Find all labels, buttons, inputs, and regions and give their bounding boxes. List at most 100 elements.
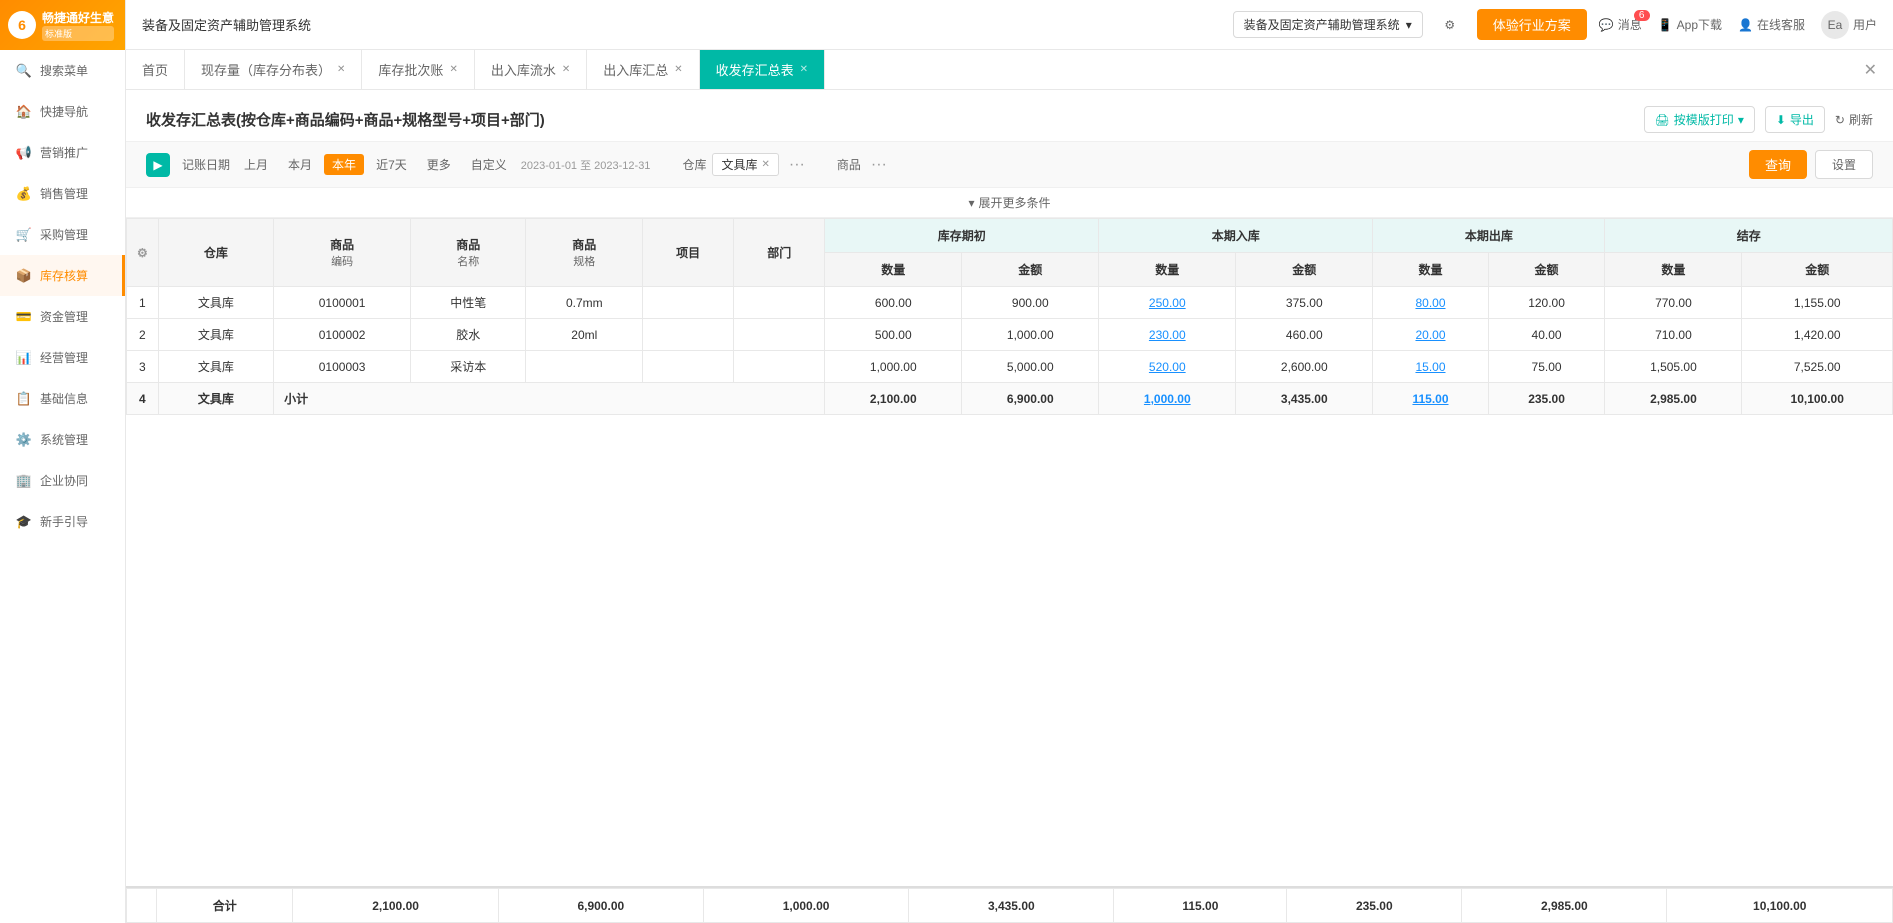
row-goods-name: 中性笔 bbox=[411, 287, 526, 319]
out-group-header: 本期出库 bbox=[1373, 219, 1605, 253]
operations-icon: 📊 bbox=[16, 350, 32, 366]
app-download-btn[interactable]: 📱 App下载 bbox=[1658, 16, 1722, 33]
row-in-qty[interactable]: 520.00 bbox=[1099, 351, 1236, 383]
subtotal-closing-amt: 10,100.00 bbox=[1742, 383, 1893, 415]
tab-inout-flow[interactable]: 出入库流水 ✕ bbox=[475, 50, 587, 90]
warehouse-tag-close[interactable]: ✕ bbox=[761, 159, 769, 170]
sidebar-item-sales[interactable]: 💰 销售管理 bbox=[0, 173, 125, 214]
row-out-amt: 120.00 bbox=[1488, 287, 1605, 319]
goods-label: 商品 bbox=[837, 156, 861, 173]
row-closing-qty: 710.00 bbox=[1605, 319, 1742, 351]
sidebar-item-system[interactable]: ⚙️ 系统管理 bbox=[0, 419, 125, 460]
sidebar-item-operations[interactable]: 📊 经营管理 bbox=[0, 337, 125, 378]
row-out-qty[interactable]: 15.00 bbox=[1373, 351, 1488, 383]
row-in-qty[interactable]: 230.00 bbox=[1099, 319, 1236, 351]
date-btn-more[interactable]: 更多 bbox=[419, 154, 459, 175]
tab-inout-summary-close[interactable]: ✕ bbox=[674, 64, 682, 75]
out-qty-header: 数量 bbox=[1373, 253, 1488, 287]
marketing-icon: 📢 bbox=[16, 145, 32, 161]
message-btn[interactable]: 💬 消息 6 bbox=[1599, 16, 1642, 33]
tab-stock-dist[interactable]: 现存量（库存分布表） ✕ bbox=[185, 50, 362, 90]
date-btn-custom[interactable]: 自定义 bbox=[463, 154, 515, 175]
experience-btn[interactable]: 体验行业方案 bbox=[1477, 9, 1587, 40]
system-icon: ⚙️ bbox=[16, 432, 32, 448]
sidebar-item-label: 快捷导航 bbox=[40, 103, 88, 120]
date-btn-this-year[interactable]: 本年 bbox=[324, 154, 364, 175]
goods-more[interactable]: ··· bbox=[871, 156, 887, 174]
sidebar-item-marketing[interactable]: 📢 营销推广 bbox=[0, 132, 125, 173]
closing-qty-header: 数量 bbox=[1605, 253, 1742, 287]
date-btn-last-month[interactable]: 上月 bbox=[236, 154, 276, 175]
subtotal-in-qty[interactable]: 1,000.00 bbox=[1099, 383, 1236, 415]
tab-home[interactable]: 首页 bbox=[126, 50, 185, 90]
sidebar-item-search[interactable]: 🔍 搜索菜单 bbox=[0, 50, 125, 91]
system-select[interactable]: 装备及固定资产辅助管理系统 ▾ bbox=[1233, 11, 1423, 38]
tab-inout-flow-close[interactable]: ✕ bbox=[562, 64, 570, 75]
row-goods-spec: 0.7mm bbox=[526, 287, 643, 319]
warehouse-tag[interactable]: 文具库 ✕ bbox=[712, 153, 778, 176]
tab-stock-summary[interactable]: 收发存汇总表 ✕ bbox=[700, 50, 825, 90]
date-btn-group: 上月 本月 本年 近7天 更多 自定义 bbox=[236, 154, 515, 175]
settings-btn[interactable]: 设置 bbox=[1815, 150, 1873, 179]
row-out-qty[interactable]: 20.00 bbox=[1373, 319, 1488, 351]
row-closing-qty: 770.00 bbox=[1605, 287, 1742, 319]
sidebar-item-inventory[interactable]: 📦 库存核算 bbox=[0, 255, 125, 296]
sidebar-item-basic[interactable]: 📋 基础信息 bbox=[0, 378, 125, 419]
sidebar-item-purchase[interactable]: 🛒 采购管理 bbox=[0, 214, 125, 255]
row-opening-amt: 5,000.00 bbox=[962, 351, 1099, 383]
print-btn[interactable]: 🖨 按模版打印 ▾ bbox=[1644, 106, 1755, 133]
tab-inout-summary[interactable]: 出入库汇总 ✕ bbox=[587, 50, 699, 90]
sidebar-item-finance[interactable]: 💳 资金管理 bbox=[0, 296, 125, 337]
row-project bbox=[643, 319, 734, 351]
subtotal-closing-qty: 2,985.00 bbox=[1605, 383, 1742, 415]
export-btn[interactable]: ⬇ 导出 bbox=[1765, 106, 1825, 133]
refresh-label: 刷新 bbox=[1849, 111, 1873, 128]
subtotal-opening-amt: 6,900.00 bbox=[962, 383, 1099, 415]
top-bar: 装备及固定资产辅助管理系统 装备及固定资产辅助管理系统 ▾ ⚙ 体验行业方案 💬… bbox=[126, 0, 1893, 50]
row-opening-qty: 500.00 bbox=[825, 319, 962, 351]
refresh-btn[interactable]: ↻ 刷新 bbox=[1835, 111, 1873, 128]
date-btn-7days[interactable]: 近7天 bbox=[368, 154, 415, 175]
tab-inout-summary-label: 出入库汇总 bbox=[603, 60, 668, 79]
user-btn[interactable]: Ea 用户 bbox=[1821, 11, 1877, 39]
search-btn[interactable]: 查询 bbox=[1749, 150, 1807, 179]
main-content: 装备及固定资产辅助管理系统 装备及固定资产辅助管理系统 ▾ ⚙ 体验行业方案 💬… bbox=[126, 0, 1893, 923]
opening-amt-header: 金额 bbox=[962, 253, 1099, 287]
row-warehouse: 文具库 bbox=[158, 287, 273, 319]
top-bar-right: 💬 消息 6 📱 App下载 👤 在线客服 Ea 用户 bbox=[1599, 11, 1877, 39]
filter-arrow[interactable]: ▶ bbox=[146, 153, 170, 177]
row-in-qty[interactable]: 250.00 bbox=[1099, 287, 1236, 319]
message-icon: 💬 bbox=[1599, 18, 1614, 32]
row-no: 2 bbox=[127, 319, 159, 351]
opening-group-header: 库存期初 bbox=[825, 219, 1099, 253]
sidebar-item-quick[interactable]: 🏠 快捷导航 bbox=[0, 91, 125, 132]
tab-batch[interactable]: 库存批次账 ✕ bbox=[362, 50, 474, 90]
tab-stock-summary-close[interactable]: ✕ bbox=[800, 64, 808, 75]
subtotal-out-qty[interactable]: 115.00 bbox=[1373, 383, 1488, 415]
expand-btn[interactable]: ▾ 展开更多条件 bbox=[968, 194, 1050, 211]
row-goods-name: 采访本 bbox=[411, 351, 526, 383]
row-closing-qty: 1,505.00 bbox=[1605, 351, 1742, 383]
tab-stock-dist-label: 现存量（库存分布表） bbox=[201, 60, 331, 79]
warehouse-more[interactable]: ··· bbox=[789, 156, 805, 174]
tab-stock-dist-close[interactable]: ✕ bbox=[337, 64, 345, 75]
online-service-btn[interactable]: 👤 在线客服 bbox=[1738, 16, 1805, 33]
expand-icon: ▾ bbox=[968, 196, 974, 210]
subtotal-opening-qty: 2,100.00 bbox=[825, 383, 962, 415]
date-btn-this-month[interactable]: 本月 bbox=[280, 154, 320, 175]
row-out-qty[interactable]: 80.00 bbox=[1373, 287, 1488, 319]
row-goods-spec bbox=[526, 351, 643, 383]
row-goods-code: 0100003 bbox=[274, 351, 411, 383]
page-title: 收发存汇总表(按仓库+商品编码+商品+规格型号+项目+部门) bbox=[146, 109, 545, 130]
row-closing-amt: 1,420.00 bbox=[1742, 319, 1893, 351]
sidebar-item-label: 采购管理 bbox=[40, 226, 88, 243]
sidebar-item-newbie[interactable]: 🎓 新手引导 bbox=[0, 501, 125, 542]
sidebar-item-enterprise[interactable]: 🏢 企业协同 bbox=[0, 460, 125, 501]
row-opening-qty: 600.00 bbox=[825, 287, 962, 319]
tab-bar-close[interactable]: ✕ bbox=[1848, 60, 1893, 80]
footer-in-qty: 1,000.00 bbox=[703, 889, 908, 923]
opening-qty-header: 数量 bbox=[825, 253, 962, 287]
tab-batch-close[interactable]: ✕ bbox=[449, 64, 457, 75]
row-closing-amt: 7,525.00 bbox=[1742, 351, 1893, 383]
settings-icon[interactable]: ⚙ bbox=[1435, 10, 1465, 40]
